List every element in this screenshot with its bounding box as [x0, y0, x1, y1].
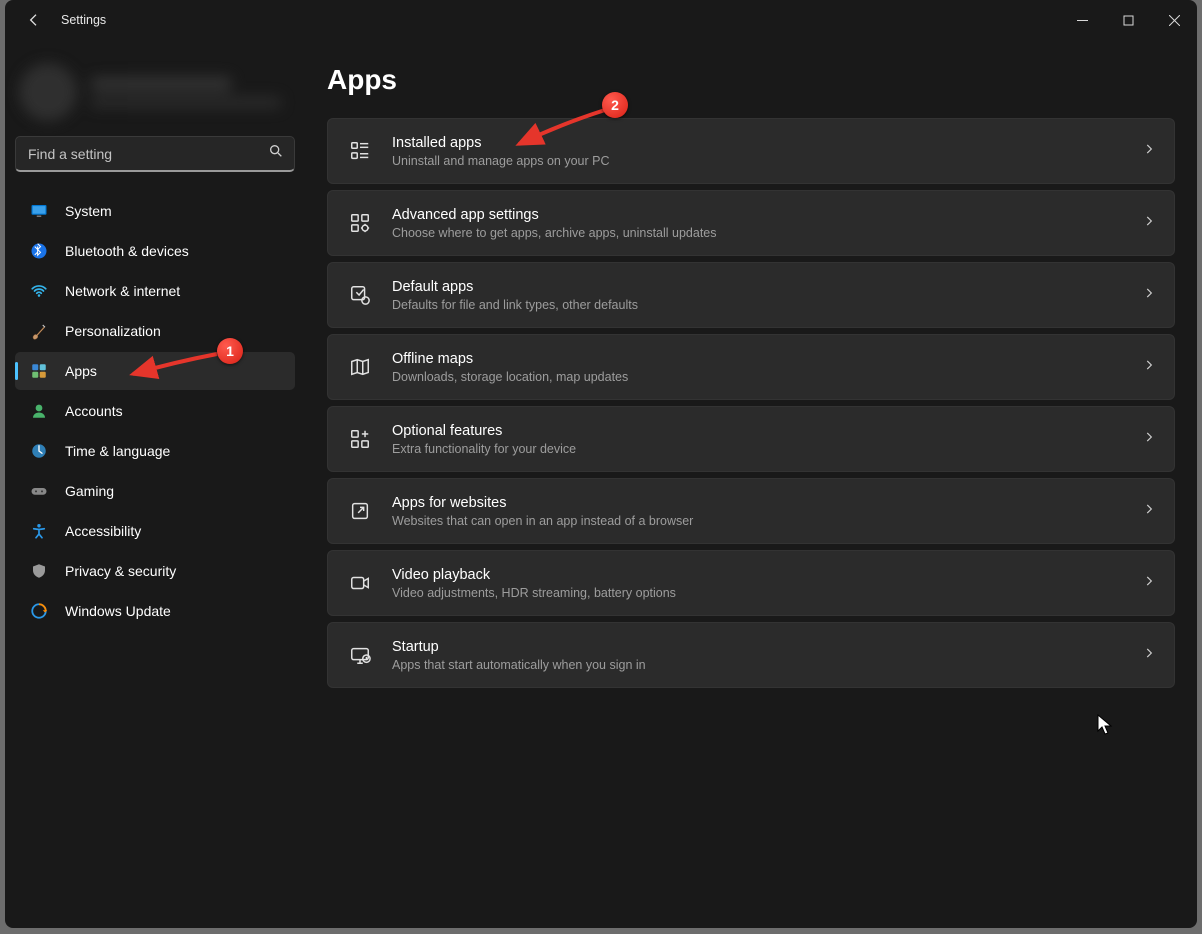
- sidebar-item-label: Windows Update: [65, 603, 171, 619]
- sidebar-item-accessibility[interactable]: Accessibility: [15, 512, 295, 550]
- card-default-apps[interactable]: Default apps Defaults for file and link …: [327, 262, 1175, 328]
- card-title: Installed apps: [392, 134, 1142, 153]
- window-controls: [1059, 0, 1197, 40]
- card-title: Video playback: [392, 566, 1142, 585]
- card-title: Default apps: [392, 278, 1142, 297]
- sidebar-item-label: Time & language: [65, 443, 170, 459]
- title-bar-left: Settings: [11, 7, 106, 33]
- search-box[interactable]: [15, 136, 295, 172]
- card-subtitle: Apps that start automatically when you s…: [392, 658, 1142, 672]
- card-title: Optional features: [392, 422, 1142, 441]
- main-content: Apps Installed apps Uninstall and manage…: [305, 40, 1197, 928]
- sidebar-item-label: Accounts: [65, 403, 123, 419]
- wifi-icon: [29, 281, 49, 301]
- apps-gear-icon: [346, 209, 374, 237]
- chevron-right-icon: [1142, 502, 1156, 521]
- card-installed-apps[interactable]: Installed apps Uninstall and manage apps…: [327, 118, 1175, 184]
- shield-icon: [29, 561, 49, 581]
- chevron-right-icon: [1142, 142, 1156, 161]
- person-icon: [29, 401, 49, 421]
- sidebar-item-privacy[interactable]: Privacy & security: [15, 552, 295, 590]
- title-bar: Settings: [5, 0, 1197, 40]
- card-advanced-app-settings[interactable]: Advanced app settings Choose where to ge…: [327, 190, 1175, 256]
- chevron-right-icon: [1142, 574, 1156, 593]
- sidebar-item-gaming[interactable]: Gaming: [15, 472, 295, 510]
- card-title: Apps for websites: [392, 494, 1142, 513]
- gamepad-icon: [29, 481, 49, 501]
- apps-icon: [29, 361, 49, 381]
- sidebar-item-label: Bluetooth & devices: [65, 243, 189, 259]
- annotation-marker-2: 2: [602, 92, 628, 118]
- sidebar-item-label: Personalization: [65, 323, 161, 339]
- card-subtitle: Defaults for file and link types, other …: [392, 298, 1142, 312]
- chevron-right-icon: [1142, 358, 1156, 377]
- chevron-right-icon: [1142, 646, 1156, 665]
- card-title: Offline maps: [392, 350, 1142, 369]
- sidebar-item-time[interactable]: Time & language: [15, 432, 295, 470]
- sidebar-item-apps[interactable]: Apps: [15, 352, 295, 390]
- sidebar-item-label: Gaming: [65, 483, 114, 499]
- bluetooth-icon: [29, 241, 49, 261]
- open-external-icon: [346, 497, 374, 525]
- sidebar-item-system[interactable]: System: [15, 192, 295, 230]
- annotation-marker-1: 1: [217, 338, 243, 364]
- sidebar-item-bluetooth[interactable]: Bluetooth & devices: [15, 232, 295, 270]
- card-subtitle: Downloads, storage location, map updates: [392, 370, 1142, 384]
- avatar: [19, 63, 77, 121]
- update-icon: [29, 601, 49, 621]
- display-icon: [29, 201, 49, 221]
- accessibility-icon: [29, 521, 49, 541]
- chevron-right-icon: [1142, 430, 1156, 449]
- card-video-playback[interactable]: Video playback Video adjustments, HDR st…: [327, 550, 1175, 616]
- sidebar-item-network[interactable]: Network & internet: [15, 272, 295, 310]
- settings-window: Settings: [5, 0, 1197, 928]
- minimize-button[interactable]: [1059, 0, 1105, 40]
- sidebar-item-accounts[interactable]: Accounts: [15, 392, 295, 430]
- chevron-right-icon: [1142, 286, 1156, 305]
- clock-globe-icon: [29, 441, 49, 461]
- sidebar-item-label: Network & internet: [65, 283, 180, 299]
- card-subtitle: Video adjustments, HDR streaming, batter…: [392, 586, 1142, 600]
- paintbrush-icon: [29, 321, 49, 341]
- maximize-button[interactable]: [1105, 0, 1151, 40]
- card-offline-maps[interactable]: Offline maps Downloads, storage location…: [327, 334, 1175, 400]
- video-icon: [346, 569, 374, 597]
- card-title: Startup: [392, 638, 1142, 657]
- card-subtitle: Uninstall and manage apps on your PC: [392, 154, 1142, 168]
- nav: System Bluetooth & devices Network & int…: [15, 192, 295, 630]
- startup-icon: [346, 641, 374, 669]
- default-apps-icon: [346, 281, 374, 309]
- card-apps-for-websites[interactable]: Apps for websites Websites that can open…: [327, 478, 1175, 544]
- sidebar-item-update[interactable]: Windows Update: [15, 592, 295, 630]
- sidebar: System Bluetooth & devices Network & int…: [5, 40, 305, 928]
- card-optional-features[interactable]: Optional features Extra functionality fo…: [327, 406, 1175, 472]
- card-subtitle: Extra functionality for your device: [392, 442, 1142, 456]
- card-subtitle: Websites that can open in an app instead…: [392, 514, 1142, 528]
- card-startup[interactable]: Startup Apps that start automatically wh…: [327, 622, 1175, 688]
- map-icon: [346, 353, 374, 381]
- add-feature-icon: [346, 425, 374, 453]
- card-subtitle: Choose where to get apps, archive apps, …: [392, 226, 1142, 240]
- user-profile[interactable]: [19, 56, 295, 128]
- search-icon: [268, 143, 284, 164]
- page-title: Apps: [327, 64, 1175, 96]
- sidebar-item-label: Accessibility: [65, 523, 141, 539]
- back-button[interactable]: [21, 7, 47, 33]
- close-button[interactable]: [1151, 0, 1197, 40]
- search-input[interactable]: [28, 146, 268, 162]
- chevron-right-icon: [1142, 214, 1156, 233]
- window-title: Settings: [61, 13, 106, 27]
- sidebar-item-label: System: [65, 203, 112, 219]
- sidebar-item-personalization[interactable]: Personalization: [15, 312, 295, 350]
- sidebar-item-label: Apps: [65, 363, 97, 379]
- sidebar-item-label: Privacy & security: [65, 563, 176, 579]
- installed-apps-icon: [346, 137, 374, 165]
- card-title: Advanced app settings: [392, 206, 1142, 225]
